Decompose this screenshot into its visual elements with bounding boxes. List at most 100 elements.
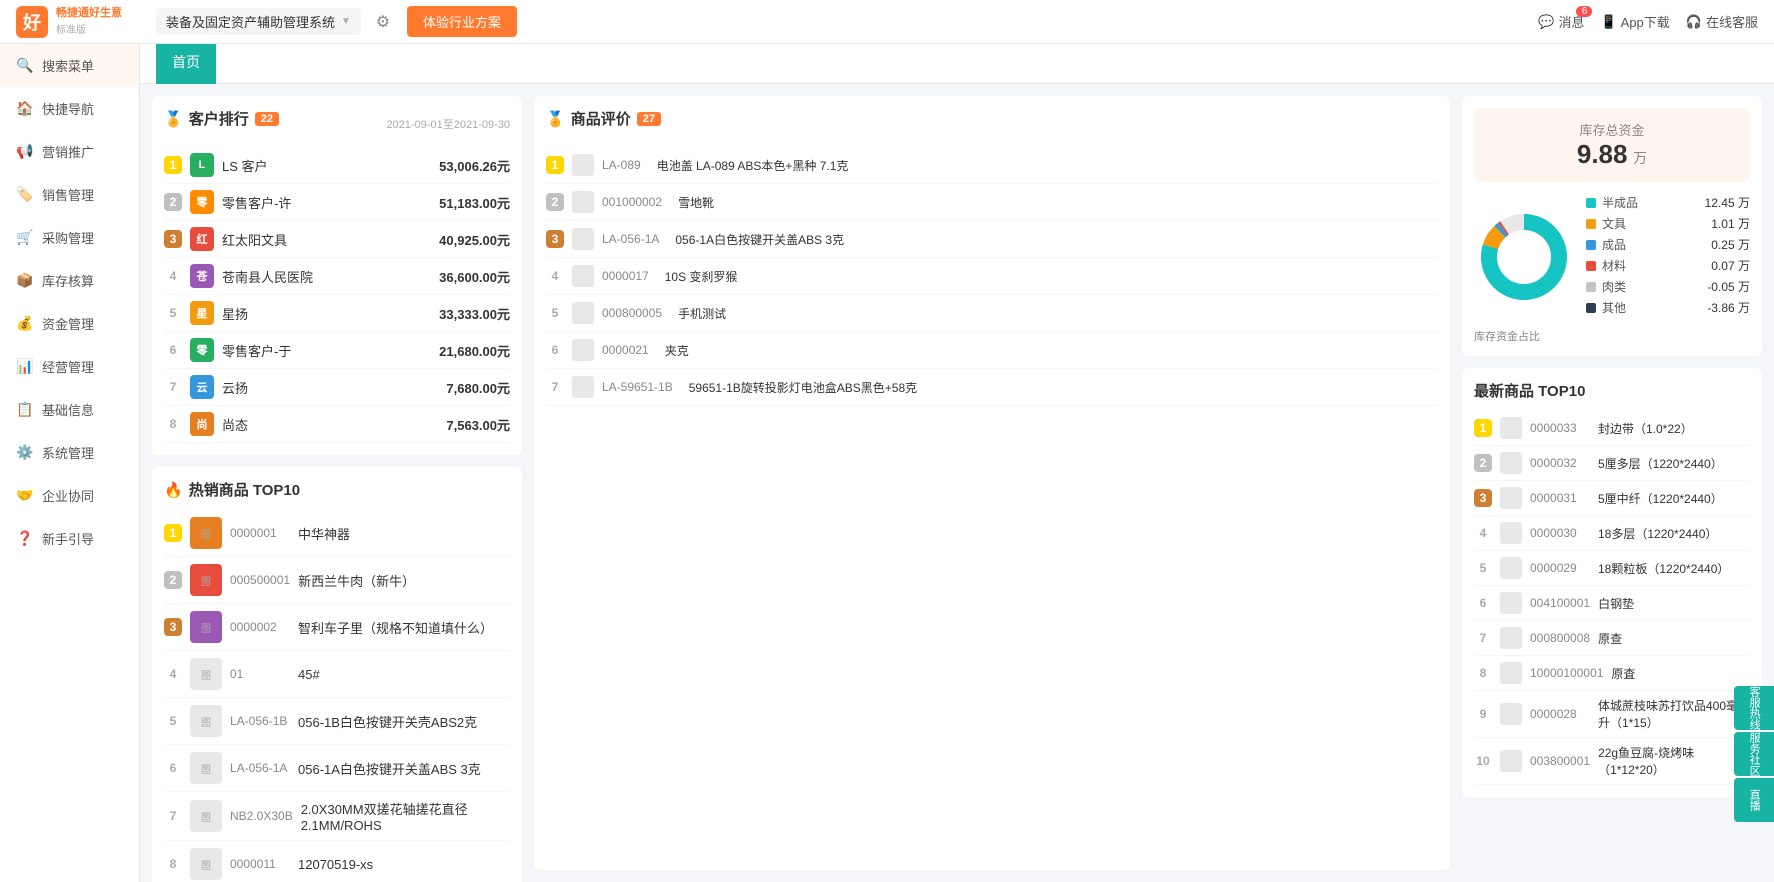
system-selector[interactable]: 装备及固定资产辅助管理系统 ▼ [156,8,361,35]
np-rank-num: 10 [1474,752,1492,770]
rank-number: 3 [164,230,182,248]
donut-chart [1474,207,1574,307]
trial-button[interactable]: 体验行业方案 [407,6,517,37]
hp-code: LA-056-1B [230,714,290,728]
np-image [1500,703,1522,725]
hp-image: 图 [190,611,222,643]
legend-val-stationery: 1.01 万 [1711,215,1750,232]
legend-dot-semifinished [1586,198,1596,208]
top-right: 💬 消息 6 📱 App下载 🎧 在线客服 [1538,12,1758,31]
rank-avatar: 红 [190,227,214,251]
legend-item-other: 其他 -3.86 万 [1586,299,1750,316]
float-customer-service[interactable]: 客服热线 [1734,686,1774,730]
hp-image: 图 [190,658,222,690]
sidebar-item-corp[interactable]: 🤝 企业协同 [0,474,139,517]
donut-section: 半成品 12.45 万 文具 1.01 万 成品 0.25 万 [1474,194,1750,320]
sidebar-item-operation[interactable]: 📊 经营管理 [0,345,139,388]
legend-dot-material [1586,261,1596,271]
mp-name: 056-1A白色按键开关盖ABS 3克 [675,231,1438,248]
sidebar-item-guide[interactable]: ❓ 新手引导 [0,517,139,560]
phone-icon: 📱 [1600,14,1616,30]
settings-icon[interactable]: ⚙ [367,6,399,38]
mid-product-item: 3 LA-056-1A 056-1A白色按键开关盖ABS 3克 [546,221,1438,258]
np-rank-num: 5 [1474,559,1492,577]
rank-amount: 53,006.26元 [439,156,510,175]
sidebar-basic-label: 基础信息 [42,400,94,419]
mid-product-item: 2 001000002 雪地靴 [546,184,1438,221]
np-code: 0000033 [1530,421,1590,435]
float-service-community[interactable]: 服务社区 [1734,732,1774,776]
sidebar-item-finance[interactable]: 💰 资金管理 [0,302,139,345]
mp-rank-num: 3 [546,230,564,248]
sidebar-item-basic[interactable]: 📋 基础信息 [0,388,139,431]
np-image [1500,627,1522,649]
hp-image: 图 [190,752,222,784]
tab-home[interactable]: 首页 [156,44,216,84]
float-live[interactable]: 直播 [1734,778,1774,822]
rank-item: 7 云 云扬 7,680.00元 [164,369,510,406]
top-bar: 好 畅捷通好生意 标准版 装备及固定资产辅助管理系统 ▼ ⚙ 体验行业方案 💬 … [0,0,1774,44]
sidebar-finance-label: 资金管理 [42,314,94,333]
mid-product-list: 1 LA-089 电池盖 LA-089 ABS本色+黑种 7.1克 2 0010… [546,147,1438,406]
legend-val-meat: -0.05 万 [1707,278,1750,295]
hp-code: 0000002 [230,620,290,634]
np-image [1500,452,1522,474]
message-button[interactable]: 💬 消息 6 [1538,12,1584,31]
mp-code: 001000002 [602,195,662,209]
rank-name: LS 客户 [222,156,431,175]
mp-rank-num: 1 [546,156,564,174]
np-name: 原査 [1611,665,1750,682]
hp-name: 新西兰牛肉（新牛） [298,571,510,590]
np-code: 000800008 [1530,631,1590,645]
hp-image: 图 [190,705,222,737]
np-name: 白钢垫 [1598,595,1750,612]
mp-name: 电池盖 LA-089 ABS本色+黑种 7.1克 [657,157,1438,174]
sidebar-guide-label: 新手引导 [42,529,94,548]
rank-item: 1 L LS 客户 53,006.26元 [164,147,510,184]
np-rank-num: 3 [1474,489,1492,507]
np-name: 封边带（1.0*22） [1598,420,1750,437]
inventory-total: 库存总资金 9.88 万 [1474,108,1750,182]
rank-name: 云扬 [222,378,438,397]
sidebar-item-quicknav[interactable]: 🏠 快捷导航 [0,87,139,130]
rank-number: 8 [164,415,182,433]
sidebar-item-purchase[interactable]: 🛒 采购管理 [0,216,139,259]
mp-image [572,339,594,361]
product-review-title: 🏅 商品评价 27 [546,108,661,129]
mp-rank-num: 6 [546,341,564,359]
legend-label-stationery: 文具 [1602,215,1705,232]
np-code: 004100001 [1530,596,1590,610]
rank-name: 零售客户-于 [222,341,431,360]
app-download-button[interactable]: 📱 App下载 [1600,12,1669,31]
rank-item: 6 零 零售客户-于 21,680.00元 [164,332,510,369]
rank-number: 2 [164,193,182,211]
sidebar-item-search[interactable]: 🔍 搜索菜单 [0,44,139,87]
new-product-item: 7 000800008 原查 [1474,621,1750,656]
np-image [1500,662,1522,684]
legend-dot-meat [1586,282,1596,292]
hp-name: 2.0X30MM双搓花轴搓花直径2.1MM/ROHS [301,799,510,833]
hp-code: 0000001 [230,526,290,540]
new-product-item: 3 0000031 5厘中纤（1220*2440） [1474,481,1750,516]
hot-product-item: 3 图 0000002 智利车子里（规格不知道填什么） [164,604,510,651]
sidebar-quicknav-label: 快捷导航 [42,99,94,118]
sidebar-item-inventory[interactable]: 📦 库存核算 [0,259,139,302]
rank-name: 星扬 [222,304,431,323]
new-product-item: 5 0000029 18颗粒板（1220*2440） [1474,551,1750,586]
rank-number: 6 [164,341,182,359]
online-service-button[interactable]: 🎧 在线客服 [1686,12,1758,31]
mp-rank-num: 4 [546,267,564,285]
sidebar-item-system[interactable]: ⚙️ 系统管理 [0,431,139,474]
left-column: 🏅 客户排行 22 2021-09-01至2021-09-30 1 L LS 客… [152,96,522,870]
mp-code: LA-089 [602,158,641,172]
sidebar-item-marketing[interactable]: 📢 营销推广 [0,130,139,173]
new-product-item: 6 004100001 白钢垫 [1474,586,1750,621]
marketing-icon: 📢 [16,143,34,161]
sidebar-item-sales[interactable]: 🏷️ 销售管理 [0,173,139,216]
rank-item: 4 苍 苍南县人民医院 36,600.00元 [164,258,510,295]
mp-rank-num: 2 [546,193,564,211]
legend-dot-stationery [1586,219,1596,229]
sidebar-inventory-label: 库存核算 [42,271,94,290]
customer-ranking-panel: 🏅 客户排行 22 2021-09-01至2021-09-30 1 L LS 客… [152,96,522,455]
rank-amount: 40,925.00元 [439,230,510,249]
